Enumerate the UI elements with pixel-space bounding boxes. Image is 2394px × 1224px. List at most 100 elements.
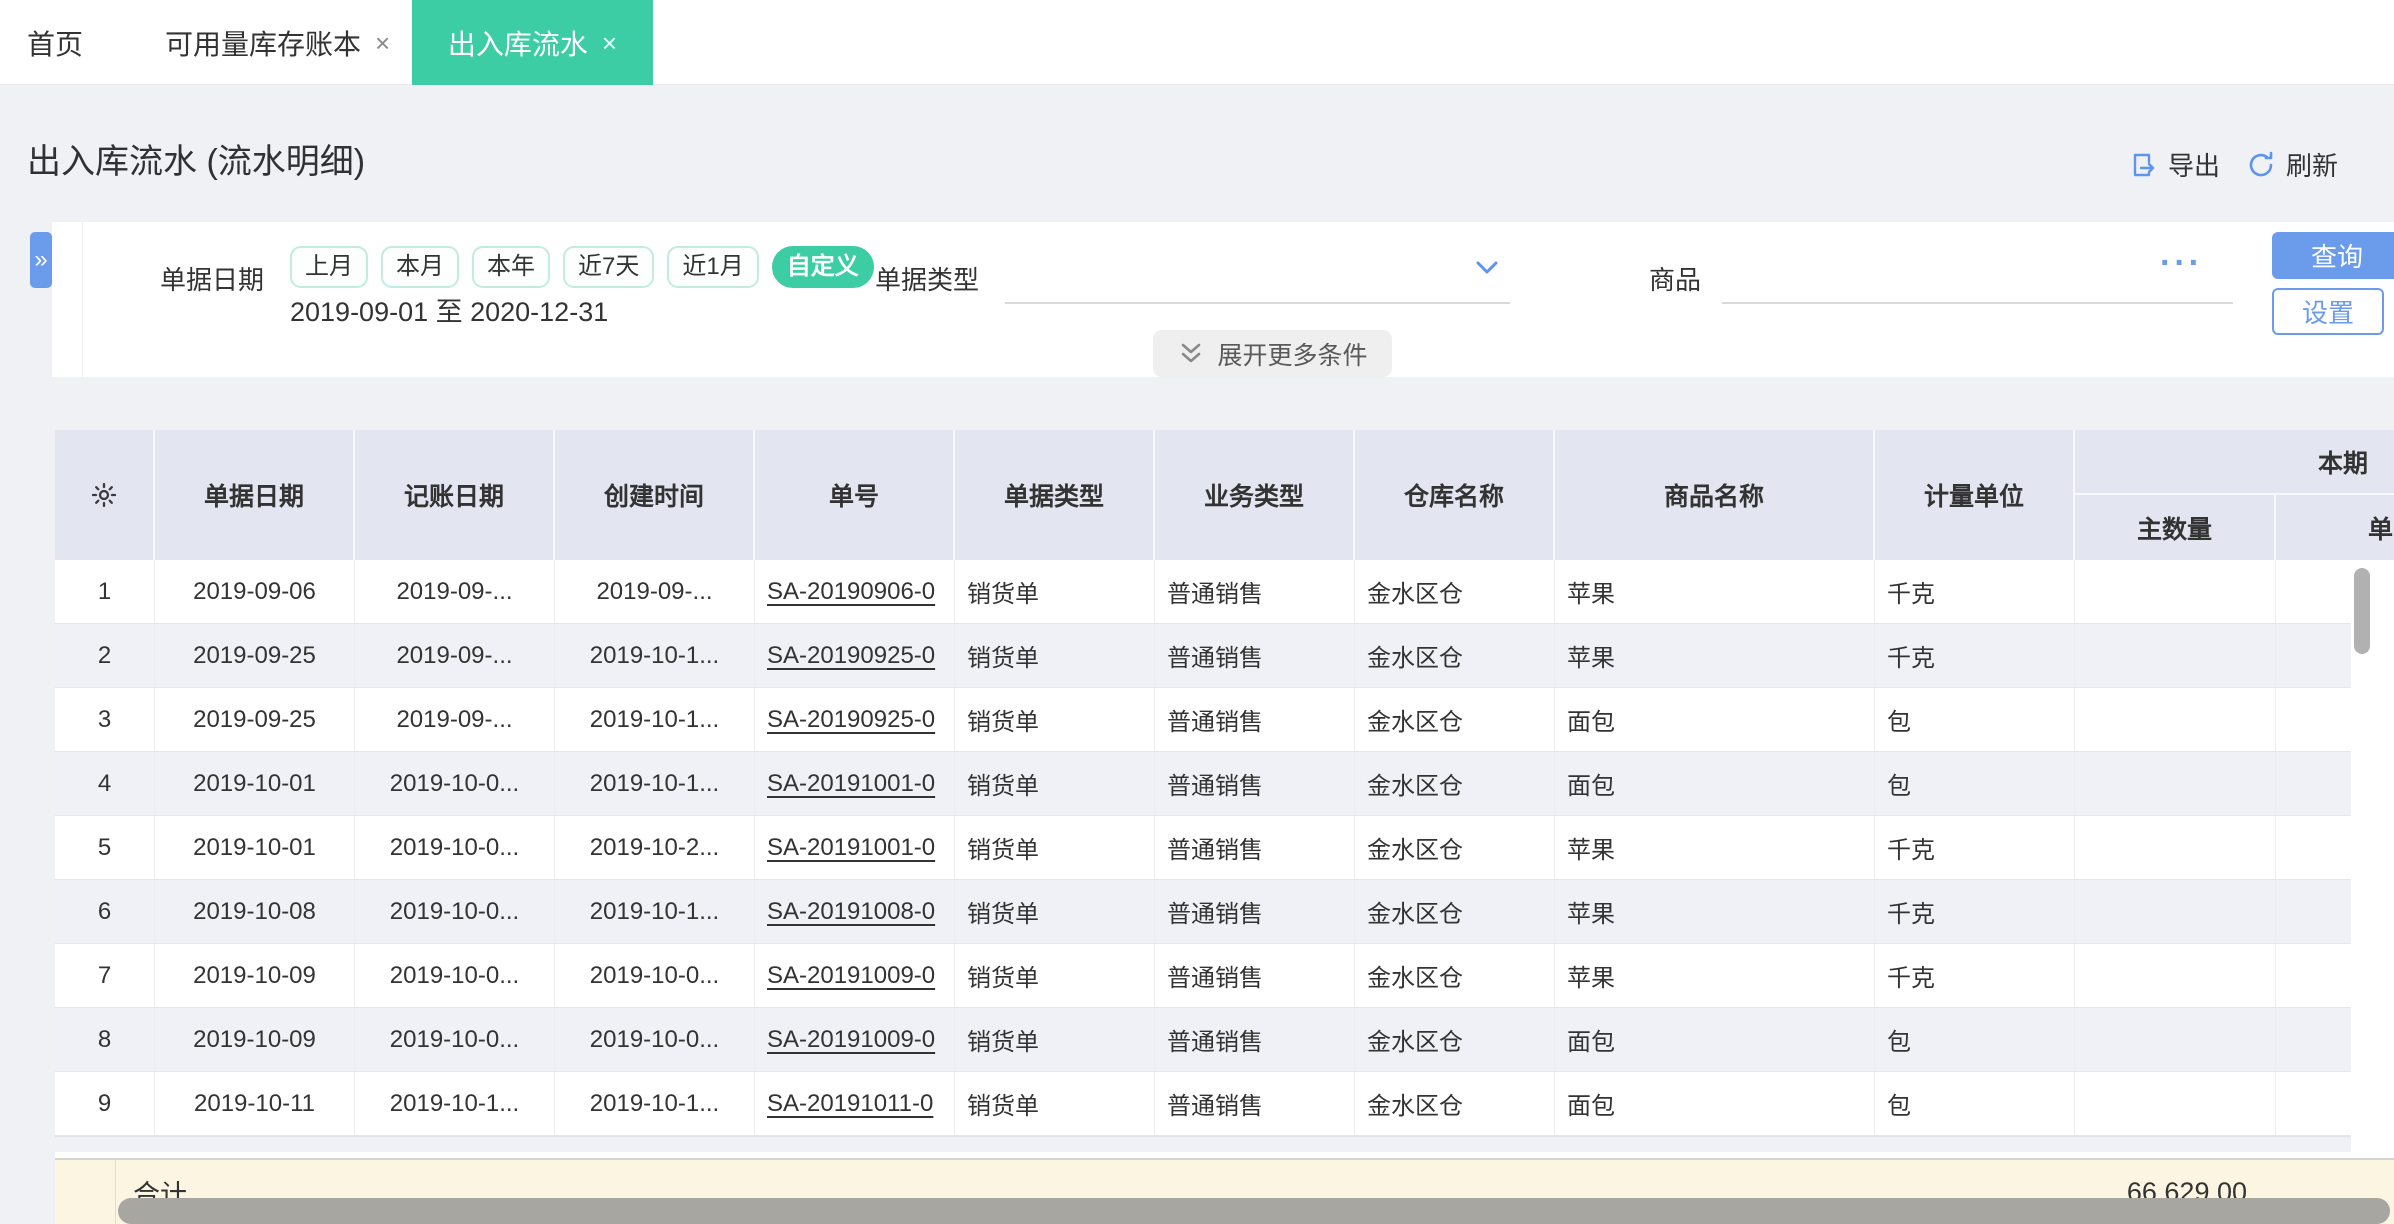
date-range-value[interactable]: 2019-09-01 至 2020-12-31 [290,290,608,329]
close-icon[interactable]: × [602,30,617,56]
cell-extra [2276,560,2351,623]
doc-no-link[interactable]: SA-20191001-0 [767,770,935,798]
expand-panel-button[interactable]: » [30,232,52,288]
col-header-unit[interactable]: 计量单位 [1875,430,2075,560]
settings-button[interactable]: 设置 [2272,288,2384,335]
cell-product: 苹果 [1555,880,1875,943]
close-icon[interactable]: × [375,30,390,56]
date-preset-pill[interactable]: 上月 [290,246,368,288]
col-header-warehouse[interactable]: 仓库名称 [1355,430,1555,560]
date-preset-pill[interactable]: 近1月 [667,246,759,288]
cell-create-time: 2019-09-... [555,560,755,623]
table-row[interactable]: 6 2019-10-08 2019-10-0... 2019-10-1... SA-20… [55,880,2351,944]
date-preset-pill[interactable]: 本月 [381,246,459,288]
horizontal-scrollbar[interactable] [118,1198,2390,1224]
cell-extra [2276,880,2351,943]
cell-doc-no[interactable]: SA-20191009-0 [755,1008,955,1071]
table-row[interactable]: 2 2019-09-25 2019-09-... 2019-10-1... SA-201… [55,624,2351,688]
doc-no-link[interactable]: SA-20191009-0 [767,1026,935,1054]
cell-doc-date: 2019-09-25 [155,688,355,751]
cell-doc-type: 销货单 [955,944,1155,1007]
expand-more-conditions-button[interactable]: 展开更多条件 [1153,330,1392,377]
cell-doc-no[interactable]: SA-20190925-0 [755,624,955,687]
cell-account-date: 2019-10-0... [355,880,555,943]
table-row[interactable]: 9 2019-10-11 2019-10-1... 2019-10-1... SA-20… [55,1072,2351,1136]
cell-extra [2276,944,2351,1007]
col-header-create-time[interactable]: 创建时间 [555,430,755,560]
cell-doc-type: 销货单 [955,624,1155,687]
cell-warehouse: 金水区仓 [1355,752,1555,815]
col-header-doc-type[interactable]: 单据类型 [955,430,1155,560]
doc-no-link[interactable]: SA-20190925-0 [767,642,935,670]
cell-warehouse: 金水区仓 [1355,880,1555,943]
date-preset-custom[interactable]: 自定义 [771,246,874,288]
cell-index: 2 [55,624,155,687]
cell-index: 1 [55,560,155,623]
cell-doc-date: 2019-10-01 [155,752,355,815]
column-settings-cell[interactable] [55,430,155,560]
cell-extra [2276,624,2351,687]
table-header: 单据日期 记账日期 创建时间 单号 单据类型 业务类型 仓库名称 商品名称 计量… [55,430,2394,560]
partial-row [55,1136,2351,1152]
more-ellipsis-icon[interactable]: ··· [2160,244,2203,283]
col-header-cut[interactable]: 单 [2276,495,2394,560]
tab-label: 出入库流水 [447,28,588,60]
doc-no-link[interactable]: SA-20191001-0 [767,834,935,862]
cell-doc-no[interactable]: SA-20191001-0 [755,752,955,815]
tab-inout-flow-active[interactable]: 出入库流水 × [412,0,653,85]
product-input[interactable] [1722,244,2233,304]
col-header-main-qty[interactable]: 主数量 [2075,495,2276,560]
cell-doc-no[interactable]: SA-20191009-0 [755,944,955,1007]
doc-no-link[interactable]: SA-20190906-0 [767,578,935,606]
cell-main-qty [2075,560,2276,623]
table-row[interactable]: 5 2019-10-01 2019-10-0... 2019-10-2... SA-20… [55,816,2351,880]
chevron-down-icon [1476,261,1498,274]
cell-doc-no[interactable]: SA-20191011-0 [755,1072,955,1135]
cell-biz-type: 普通销售 [1155,816,1355,879]
cell-account-date: 2019-10-0... [355,1008,555,1071]
export-button[interactable]: 导出 [2128,146,2220,183]
cell-product: 面包 [1555,1008,1875,1071]
cell-index: 5 [55,816,155,879]
cell-doc-type: 销货单 [955,880,1155,943]
table-row[interactable]: 3 2019-09-25 2019-09-... 2019-10-1... SA-201… [55,688,2351,752]
table-row[interactable]: 8 2019-10-09 2019-10-0... 2019-10-0... SA-20… [55,1008,2351,1072]
refresh-button[interactable]: 刷新 [2246,146,2338,183]
cell-warehouse: 金水区仓 [1355,560,1555,623]
doc-no-link[interactable]: SA-20191008-0 [767,898,935,926]
date-preset-pill[interactable]: 本年 [472,246,550,288]
date-preset-pill[interactable]: 近7天 [563,246,655,288]
tab-home[interactable]: 首页 [27,0,83,85]
vertical-scrollbar[interactable] [2354,568,2370,654]
cell-doc-no[interactable]: SA-20191008-0 [755,880,955,943]
cell-doc-no[interactable]: SA-20190906-0 [755,560,955,623]
cell-doc-no[interactable]: SA-20191001-0 [755,816,955,879]
query-button[interactable]: 查询 [2272,232,2394,279]
tab-available-stock-book[interactable]: 可用量库存账本 × [165,0,390,85]
cell-doc-type: 销货单 [955,816,1155,879]
cell-main-qty [2075,816,2276,879]
col-header-doc-no[interactable]: 单号 [755,430,955,560]
doc-no-link[interactable]: SA-20191009-0 [767,962,935,990]
table-row[interactable]: 4 2019-10-01 2019-10-0... 2019-10-1... SA-20… [55,752,2351,816]
table-row[interactable]: 7 2019-10-09 2019-10-0... 2019-10-0... SA-20… [55,944,2351,1008]
cell-index: 8 [55,1008,155,1071]
doc-no-link[interactable]: SA-20191011-0 [767,1090,933,1118]
tab-label: 首页 [27,28,84,60]
cell-doc-date: 2019-10-01 [155,816,355,879]
doc-no-link[interactable]: SA-20190925-0 [767,706,935,734]
col-header-biz-type[interactable]: 业务类型 [1155,430,1355,560]
cell-doc-type: 销货单 [955,560,1155,623]
doc-type-label: 单据类型 [875,265,980,295]
cell-product: 面包 [1555,688,1875,751]
col-header-account-date[interactable]: 记账日期 [355,430,555,560]
doc-type-select[interactable] [1005,244,1510,304]
table-row[interactable]: 1 2019-09-06 2019-09-... 2019-09-... SA-2019… [55,560,2351,624]
page: 首页 可用量库存账本 × 出入库流水 × 出入库流水 (流水明细) 导出 刷新 … [0,0,2394,1224]
col-header-doc-date[interactable]: 单据日期 [155,430,355,560]
cell-extra [2276,816,2351,879]
cell-doc-no[interactable]: SA-20190925-0 [755,688,955,751]
col-header-product[interactable]: 商品名称 [1555,430,1875,560]
cell-biz-type: 普通销售 [1155,688,1355,751]
cell-doc-date: 2019-10-09 [155,944,355,1007]
